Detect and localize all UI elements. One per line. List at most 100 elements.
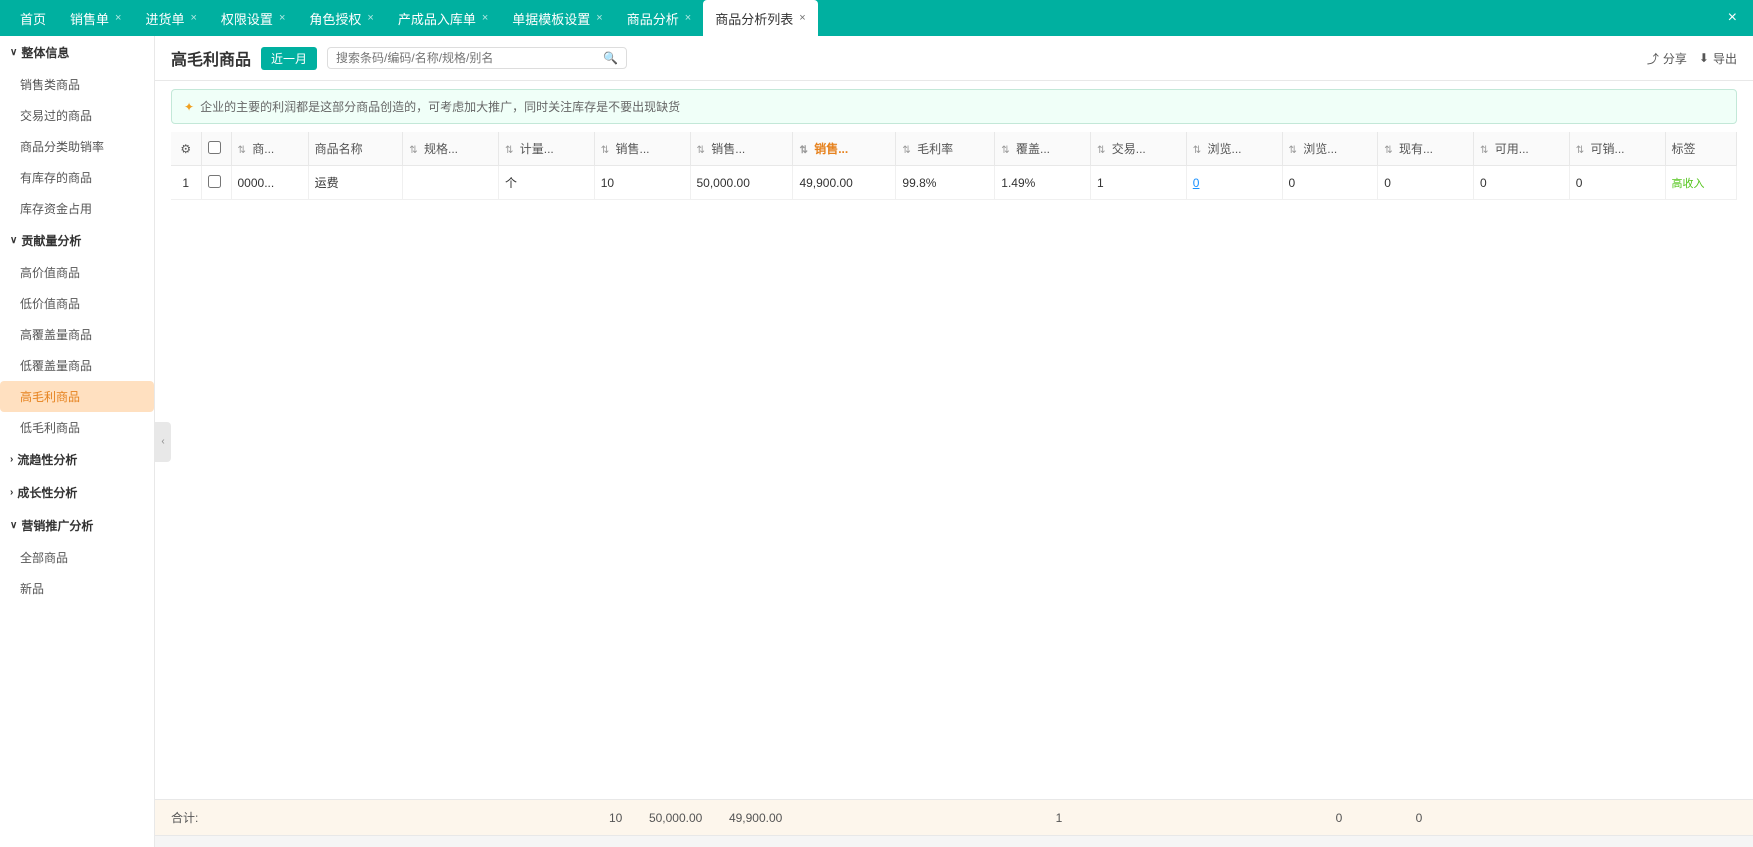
sidebar-item-sales-goods[interactable]: 销售类商品 bbox=[0, 69, 154, 100]
nav-product-inbound[interactable]: 产成品入库单 × bbox=[386, 0, 500, 36]
footer-transaction: 1 bbox=[988, 811, 1068, 825]
col-tag: 标签 bbox=[1665, 132, 1736, 166]
col-current: ⇅ 现有... bbox=[1378, 132, 1474, 166]
sort-icon-unit[interactable]: ⇅ bbox=[505, 145, 513, 156]
footer-empty2 bbox=[788, 811, 988, 825]
cell-sales3: 49,900.00 bbox=[793, 166, 896, 200]
nav-permission-settings[interactable]: 权限设置 × bbox=[209, 0, 297, 36]
sidebar-item-low-margin[interactable]: 低毛利商品 bbox=[0, 412, 154, 443]
cell-unit: 个 bbox=[499, 166, 595, 200]
sort-icon[interactable]: ⇅ bbox=[238, 145, 246, 156]
cell-browse2: 0 bbox=[1282, 166, 1378, 200]
settings-icon[interactable]: ⚙ bbox=[180, 142, 191, 156]
cell-index: 1 bbox=[171, 166, 201, 200]
close-window-button[interactable]: × bbox=[1720, 9, 1745, 27]
sidebar-item-new-goods[interactable]: 新品 bbox=[0, 573, 154, 604]
sort-icon-spec[interactable]: ⇅ bbox=[409, 145, 417, 156]
footer-totals: 合计: 10 50,000.00 49,900.00 1 0 0 bbox=[155, 799, 1753, 835]
close-product-inbound[interactable]: × bbox=[482, 12, 488, 24]
sidebar-item-all-goods[interactable]: 全部商品 bbox=[0, 542, 154, 573]
col-sales1: ⇅ 销售... bbox=[594, 132, 690, 166]
sort-icon-transaction[interactable]: ⇅ bbox=[1097, 145, 1105, 156]
share-icon: ⤴ bbox=[1647, 50, 1659, 67]
search-icon[interactable]: 🔍 bbox=[603, 51, 618, 65]
tag-badge: 高收入 bbox=[1672, 178, 1705, 190]
close-sales-order[interactable]: × bbox=[115, 12, 121, 24]
sidebar-group-growth[interactable]: › 成长性分析 bbox=[0, 476, 154, 509]
nav-home[interactable]: 首页 bbox=[8, 0, 58, 36]
row-checkbox[interactable] bbox=[208, 175, 221, 188]
sort-icon-sales1[interactable]: ⇅ bbox=[601, 145, 609, 156]
cell-name: 运费 bbox=[308, 166, 403, 200]
sidebar-item-high-margin[interactable]: 高毛利商品 bbox=[0, 381, 154, 412]
col-code: ⇅ 商... bbox=[231, 132, 308, 166]
col-spec: ⇅ 规格... bbox=[403, 132, 499, 166]
sidebar-item-low-coverage[interactable]: 低覆盖量商品 bbox=[0, 350, 154, 381]
nav-purchase-order[interactable]: 进货单 × bbox=[133, 0, 208, 36]
nav-sales-order[interactable]: 销售单 × bbox=[58, 0, 133, 36]
sort-icon-coverage[interactable]: ⇅ bbox=[1001, 145, 1009, 156]
sort-icon-browse2[interactable]: ⇅ bbox=[1289, 145, 1297, 156]
footer-empty bbox=[218, 811, 548, 825]
col-index: ⚙ bbox=[171, 132, 201, 166]
sidebar-item-traded-goods[interactable]: 交易过的商品 bbox=[0, 100, 154, 131]
sort-icon-browse1[interactable]: ⇅ bbox=[1193, 145, 1201, 156]
cell-transaction: 1 bbox=[1091, 166, 1187, 200]
footer-label: 合计: bbox=[171, 809, 198, 826]
table-row: 1 0000... 运费 bbox=[171, 166, 1737, 200]
col-transaction: ⇅ 交易... bbox=[1091, 132, 1187, 166]
nav-role-auth[interactable]: 角色授权 × bbox=[297, 0, 385, 36]
sidebar-item-high-value[interactable]: 高价值商品 bbox=[0, 257, 154, 288]
col-sellable: ⇅ 可销... bbox=[1569, 132, 1665, 166]
cell-tag: 高收入 bbox=[1665, 166, 1736, 200]
footer-sales3: 49,900.00 bbox=[708, 811, 788, 825]
cell-browse1: 0 bbox=[1186, 166, 1282, 200]
sort-icon-gross[interactable]: ⇅ bbox=[902, 145, 910, 156]
browse1-link[interactable]: 0 bbox=[1193, 176, 1200, 190]
close-role-auth[interactable]: × bbox=[367, 12, 373, 24]
sort-icon-current[interactable]: ⇅ bbox=[1384, 145, 1392, 156]
sidebar-item-low-value[interactable]: 低价值商品 bbox=[0, 288, 154, 319]
sidebar-collapse-button[interactable]: ‹ bbox=[155, 422, 171, 462]
info-banner: ✦ 企业的主要的利润都是这部分商品创造的，可考虑加大推广，同时关注库存是不要出现… bbox=[171, 89, 1737, 124]
arrow-growth: › bbox=[10, 487, 13, 498]
close-purchase-order[interactable]: × bbox=[190, 12, 196, 24]
export-icon: ⬇ bbox=[1699, 51, 1709, 65]
sidebar-item-stock-capital[interactable]: 库存资金占用 bbox=[0, 193, 154, 224]
sidebar-group-overall[interactable]: ∨ 整体信息 bbox=[0, 36, 154, 69]
col-available: ⇅ 可用... bbox=[1474, 132, 1570, 166]
nav-product-analysis[interactable]: 商品分析 × bbox=[615, 0, 703, 36]
sidebar-item-high-coverage[interactable]: 高覆盖量商品 bbox=[0, 319, 154, 350]
sidebar-group-contribution[interactable]: ∨ 贡献量分析 bbox=[0, 224, 154, 257]
cell-coverage: 1.49% bbox=[995, 166, 1091, 200]
sort-icon-sales2[interactable]: ⇅ bbox=[697, 145, 705, 156]
search-input[interactable] bbox=[336, 51, 603, 65]
close-product-analysis[interactable]: × bbox=[685, 12, 691, 24]
nav-product-analysis-list[interactable]: 商品分析列表 × bbox=[703, 0, 817, 36]
horizontal-scrollbar[interactable] bbox=[155, 835, 1753, 847]
close-template-settings[interactable]: × bbox=[596, 12, 602, 24]
sort-icon-sellable[interactable]: ⇅ bbox=[1576, 145, 1584, 156]
select-all-checkbox[interactable] bbox=[208, 141, 221, 154]
sort-icon-sales3[interactable]: ⇅ bbox=[799, 145, 807, 156]
close-product-analysis-list[interactable]: × bbox=[799, 12, 805, 24]
cell-checkbox bbox=[201, 166, 231, 200]
data-table: ⚙ ⇅ 商... 商品名称 bbox=[171, 132, 1737, 200]
sidebar-item-in-stock[interactable]: 有库存的商品 bbox=[0, 162, 154, 193]
col-sales2: ⇅ 销售... bbox=[690, 132, 793, 166]
close-permission-settings[interactable]: × bbox=[279, 12, 285, 24]
period-button[interactable]: 近一月 bbox=[261, 47, 317, 70]
export-button[interactable]: ⬇ 导出 bbox=[1699, 50, 1737, 67]
search-box: 🔍 bbox=[327, 47, 627, 69]
nav-template-settings[interactable]: 单据模板设置 × bbox=[500, 0, 614, 36]
col-sales3: ⇅ 销售... bbox=[793, 132, 896, 166]
col-browse2: ⇅ 浏览... bbox=[1282, 132, 1378, 166]
sidebar-group-trend[interactable]: › 流趋性分析 bbox=[0, 443, 154, 476]
sidebar-group-marketing[interactable]: ∨ 营销推广分析 bbox=[0, 509, 154, 542]
sidebar-item-category-rate[interactable]: 商品分类助销率 bbox=[0, 131, 154, 162]
content-area: ‹ 高毛利商品 近一月 🔍 ⤴ 分享 ⬇ 导出 bbox=[155, 36, 1753, 847]
sort-icon-available[interactable]: ⇅ bbox=[1480, 145, 1488, 156]
col-unit: ⇅ 计量... bbox=[499, 132, 595, 166]
share-button[interactable]: ⤴ 分享 bbox=[1647, 50, 1687, 67]
table-wrapper: ⚙ ⇅ 商... 商品名称 bbox=[155, 132, 1753, 799]
